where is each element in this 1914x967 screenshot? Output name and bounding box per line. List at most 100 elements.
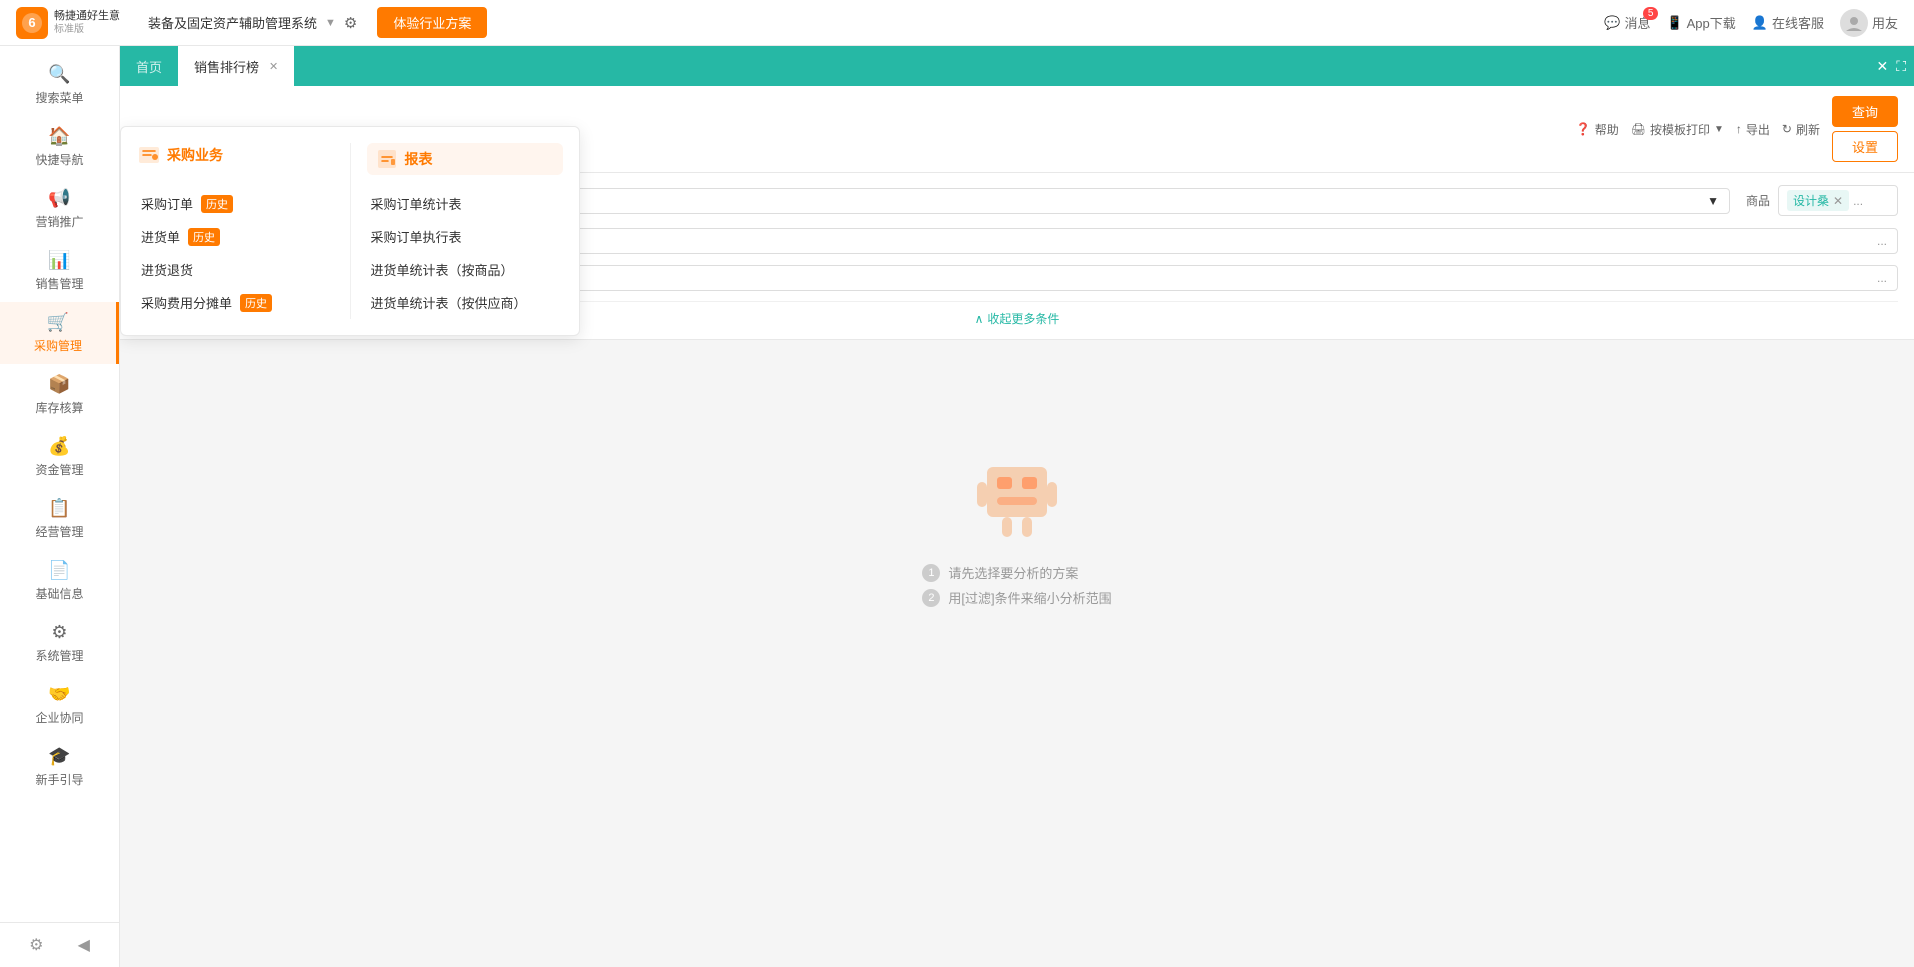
menu-return-label: 进货退货 bbox=[141, 260, 193, 279]
tab-bar: 首页 销售排行榜 ✕ ✕ ⛶ bbox=[120, 46, 1914, 86]
sidebar-label-sales: 销售管理 bbox=[35, 275, 83, 292]
user-btn[interactable]: 用友 bbox=[1840, 9, 1898, 37]
home-icon: 🏠 bbox=[48, 126, 70, 147]
menu-purchase-order-label: 采购订单 bbox=[141, 194, 193, 213]
operations-icon: 📋 bbox=[48, 498, 70, 519]
goods-tag-remove[interactable]: ✕ bbox=[1833, 194, 1843, 208]
sidebar-item-basic[interactable]: 📄 基础信息 bbox=[0, 550, 119, 612]
sidebar-label-system: 系统管理 bbox=[35, 647, 83, 664]
history-badge-expense: 历史 bbox=[240, 294, 272, 312]
customer-more[interactable]: ... bbox=[1877, 271, 1887, 285]
basic-icon: 📄 bbox=[48, 560, 70, 581]
settings-bottom-icon[interactable]: ⚙ bbox=[29, 935, 43, 955]
system-gear-icon[interactable]: ⚙ bbox=[344, 14, 357, 32]
report-menu-col: 报表 采购订单统计表 采购订单执行表 进货单统计表（按商品） 进货单统计表（按供… bbox=[367, 143, 564, 319]
tab-bar-controls: ✕ ⛶ bbox=[1876, 58, 1914, 75]
sidebar-item-search-menu[interactable]: 🔍 搜索菜单 bbox=[0, 54, 119, 116]
goods-tag-text: 设计桑 bbox=[1793, 192, 1829, 209]
menu-purchase-order[interactable]: 采购订单 历史 bbox=[137, 187, 334, 220]
sidebar-label-enterprise: 企业协同 bbox=[35, 709, 83, 726]
svg-text:6: 6 bbox=[28, 15, 35, 30]
online-service-btn[interactable]: 👤 在线客服 bbox=[1752, 13, 1824, 32]
sidebar-item-sales[interactable]: 📊 销售管理 bbox=[0, 240, 119, 302]
print-btn[interactable]: 🖨 按模板打印 ▼ bbox=[1631, 121, 1724, 138]
service-icon: 👤 bbox=[1752, 15, 1768, 31]
goods-more[interactable]: ... bbox=[1853, 194, 1863, 208]
message-icon: 💬 bbox=[1604, 15, 1620, 31]
filter-goods-label: 商品 bbox=[1746, 192, 1770, 209]
history-badge-purchase-order: 历史 bbox=[201, 195, 233, 213]
history-badge-inbound: 历史 bbox=[188, 228, 220, 246]
logo-icon: 6 bbox=[16, 7, 48, 39]
sidebar-item-capital[interactable]: 💰 资金管理 bbox=[0, 426, 119, 488]
report-section-title-text: 报表 bbox=[405, 149, 433, 169]
topbar: 6 畅捷通好生意 标准版 装备及固定资产辅助管理系统 ▼ ⚙ 体验行业方案 💬 … bbox=[0, 0, 1914, 46]
system-dropdown-arrow[interactable]: ▼ bbox=[325, 17, 336, 29]
tab-sales-ranking[interactable]: 销售排行榜 ✕ bbox=[178, 46, 294, 86]
collapse-btn[interactable]: ∧ 收起更多条件 bbox=[975, 310, 1060, 327]
topbar-right: 💬 消息 5 📱 App下载 👤 在线客服 用友 bbox=[1604, 9, 1898, 37]
refresh-btn[interactable]: ↻ 刷新 bbox=[1782, 121, 1820, 138]
user-label: 用友 bbox=[1872, 13, 1898, 32]
menu-purchase-order-stats[interactable]: 采购订单统计表 bbox=[367, 187, 564, 220]
menu-purchase-order-exec-label: 采购订单执行表 bbox=[371, 227, 462, 246]
export-icon: ↑ bbox=[1736, 122, 1742, 136]
online-service-label: 在线客服 bbox=[1772, 13, 1824, 32]
avatar bbox=[1840, 9, 1868, 37]
sidebar-item-newbie[interactable]: 🎓 新手引导 bbox=[0, 736, 119, 798]
industry-btn[interactable]: 体验行业方案 bbox=[377, 7, 487, 38]
system-title: 装备及固定资产辅助管理系统 bbox=[148, 13, 317, 32]
menu-purchase-order-stats-label: 采购订单统计表 bbox=[371, 194, 462, 213]
sidebar: 🔍 搜索菜单 🏠 快捷导航 📢 营销推广 📊 销售管理 🛒 采购管理 📦 库存核… bbox=[0, 46, 120, 967]
menu-inbound-stats-supplier[interactable]: 进货单统计表（按供应商） bbox=[367, 286, 564, 319]
collapse-icon: ∧ bbox=[975, 312, 984, 326]
sidebar-item-system[interactable]: ⚙ 系统管理 bbox=[0, 612, 119, 674]
maximize-icon[interactable]: ⛶ bbox=[1896, 58, 1906, 75]
sidebar-item-inventory[interactable]: 📦 库存核算 bbox=[0, 364, 119, 426]
sidebar-label-newbie: 新手引导 bbox=[35, 771, 83, 788]
filter-status-dropdown: ▼ bbox=[1707, 194, 1719, 208]
close-tab-icon[interactable]: ✕ bbox=[269, 60, 278, 73]
export-btn[interactable]: ↑ 导出 bbox=[1736, 121, 1770, 138]
filter-salesperson-select[interactable]: ... bbox=[432, 228, 1898, 254]
menu-return[interactable]: 进货退货 bbox=[137, 253, 334, 286]
messages-badge: 5 bbox=[1643, 7, 1659, 20]
export-label: 导出 bbox=[1746, 121, 1770, 138]
tab-home[interactable]: 首页 bbox=[120, 46, 178, 86]
query-btn[interactable]: 查询 bbox=[1832, 96, 1898, 127]
collapse-sidebar-icon[interactable]: ◀ bbox=[78, 935, 90, 955]
sidebar-label-inventory: 库存核算 bbox=[35, 399, 83, 416]
sidebar-item-purchase[interactable]: 🛒 采购管理 bbox=[0, 302, 119, 364]
menu-purchase-order-exec[interactable]: 采购订单执行表 bbox=[367, 220, 564, 253]
newbie-icon: 🎓 bbox=[48, 746, 70, 767]
sidebar-item-enterprise[interactable]: 🤝 企业协同 bbox=[0, 674, 119, 736]
collapse-label: 收起更多条件 bbox=[987, 310, 1059, 327]
set-btn[interactable]: 设置 bbox=[1832, 131, 1898, 162]
sidebar-label-marketing: 营销推广 bbox=[35, 213, 83, 230]
messages-btn[interactable]: 💬 消息 5 bbox=[1604, 13, 1650, 32]
menu-inbound[interactable]: 进货单 历史 bbox=[137, 220, 334, 253]
sidebar-item-quick-nav[interactable]: 🏠 快捷导航 bbox=[0, 116, 119, 178]
purchase-dropdown-menu: 采购业务 采购订单 历史 进货单 历史 进货退货 采购费用分摊单 bbox=[120, 126, 580, 336]
print-dropdown-icon[interactable]: ▼ bbox=[1714, 124, 1724, 135]
menu-inbound-stats-goods[interactable]: 进货单统计表（按商品） bbox=[367, 253, 564, 286]
sidebar-label-basic: 基础信息 bbox=[35, 585, 83, 602]
sidebar-item-marketing[interactable]: 📢 营销推广 bbox=[0, 178, 119, 240]
menu-purchase-expense[interactable]: 采购费用分摊单 历史 bbox=[137, 286, 334, 319]
app-download-label: App下载 bbox=[1687, 13, 1736, 32]
phone-icon: 📱 bbox=[1666, 15, 1682, 31]
sidebar-item-operations[interactable]: 📋 经营管理 bbox=[0, 488, 119, 550]
purchase-section-title: 采购业务 bbox=[137, 143, 334, 175]
help-btn[interactable]: ❓ 帮助 bbox=[1576, 121, 1619, 138]
goods-tag[interactable]: 设计桑 ✕ bbox=[1787, 190, 1849, 211]
close-all-icon[interactable]: ✕ bbox=[1876, 58, 1888, 75]
app-download-btn[interactable]: 📱 App下载 bbox=[1666, 13, 1735, 32]
menu-divider bbox=[350, 143, 351, 319]
filter-status-select[interactable]: ▼ bbox=[492, 188, 1730, 214]
empty-tip-2: 2 用[过滤]条件来缩小分析范围 bbox=[922, 588, 1111, 607]
inventory-icon: 📦 bbox=[48, 374, 70, 395]
logo-text: 畅捷通好生意 标准版 bbox=[54, 9, 120, 36]
menu-inbound-stats-supplier-label: 进货单统计表（按供应商） bbox=[371, 293, 527, 312]
content-area: 首页 销售排行榜 ✕ ✕ ⛶ bbox=[120, 46, 1914, 967]
salesperson-more[interactable]: ... bbox=[1877, 234, 1887, 248]
